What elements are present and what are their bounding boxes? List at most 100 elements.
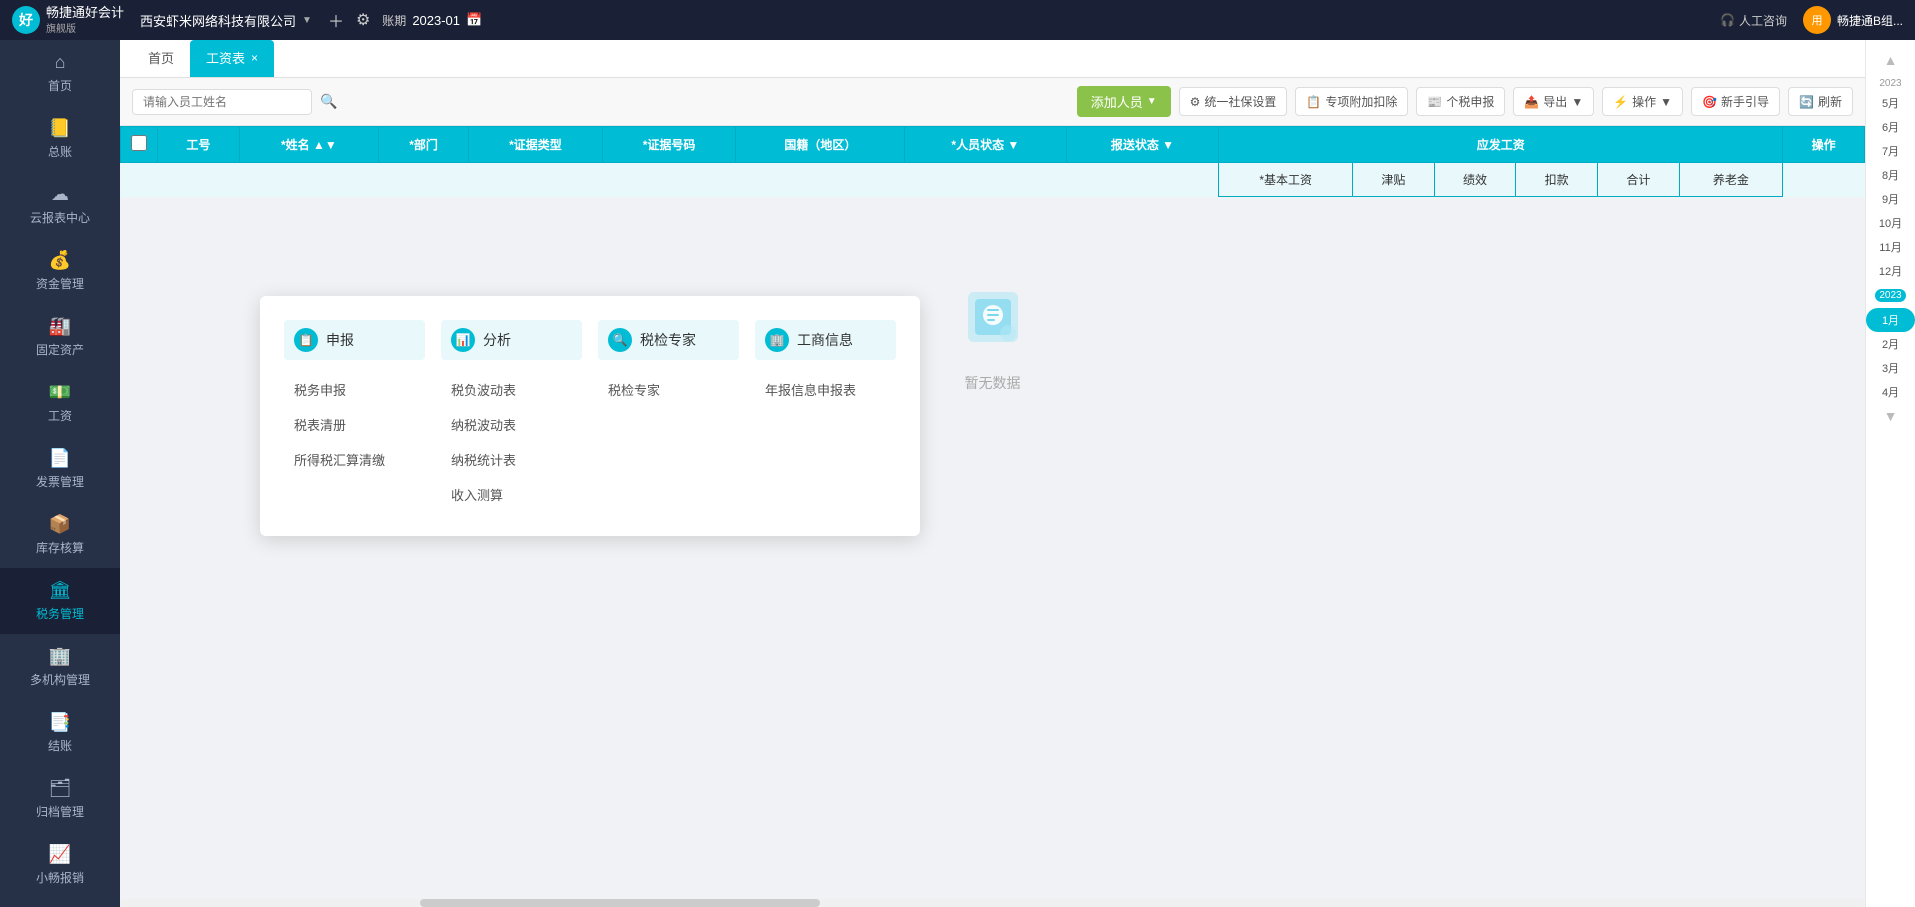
operate-arrow-icon: ▼	[1660, 95, 1672, 109]
headset-icon: 🎧	[1720, 13, 1735, 27]
col-id: 工号	[158, 127, 240, 163]
report-icon: 📈	[49, 844, 71, 865]
guide-label: 新手引导	[1721, 93, 1769, 110]
sidebar-item-cloud[interactable]: ☁ 云报表中心	[0, 172, 120, 238]
guide-button[interactable]: 🎯 新手引导	[1691, 87, 1780, 116]
sidebar-item-multi[interactable]: 🏢 多机构管理	[0, 634, 120, 700]
timeline-month-12[interactable]: 12月	[1866, 259, 1915, 283]
scrollbar-thumb[interactable]	[420, 899, 820, 907]
timeline-month-2[interactable]: 2月	[1866, 332, 1915, 356]
company-dropdown-icon: ▼	[302, 15, 312, 26]
analysis-title: 分析	[483, 330, 511, 350]
timeline-month-8[interactable]: 8月	[1866, 163, 1915, 187]
menu-item-income-calc[interactable]: 收入测算	[441, 477, 582, 512]
sidebar-item-funds[interactable]: 💰 资金管理	[0, 238, 120, 304]
tab-close-icon[interactable]: ×	[251, 51, 258, 65]
service-button[interactable]: 🎧 人工咨询	[1720, 12, 1787, 29]
timeline-month-4[interactable]: 4月	[1866, 380, 1915, 404]
menu-section-declare: 📋 申报 税务申报 税表清册 所得税汇算清缴	[276, 312, 433, 520]
settings-icon[interactable]: ⚙	[356, 10, 370, 30]
timeline-month-6[interactable]: 6月	[1866, 115, 1915, 139]
timeline-month-3[interactable]: 3月	[1866, 356, 1915, 380]
timeline-month-9[interactable]: 9月	[1866, 187, 1915, 211]
tab-salary[interactable]: 工资表 ×	[190, 40, 274, 77]
sidebar-item-ledger[interactable]: 📒 总账	[0, 106, 120, 172]
sidebar-item-label: 小畅报销	[36, 869, 84, 886]
tab-home[interactable]: 首页	[132, 40, 190, 77]
user-area[interactable]: 用 畅捷通B组...	[1803, 6, 1903, 34]
sidebar-item-assets[interactable]: 🏭 固定资产	[0, 304, 120, 370]
menu-item-expert[interactable]: 税检专家	[598, 372, 739, 407]
sidebar-item-settings[interactable]: ⚙ 基础设置	[0, 898, 120, 907]
sidebar-item-label: 工资	[48, 407, 72, 424]
sidebar-item-tax[interactable]: 🏛 税务管理	[0, 568, 120, 634]
ledger-icon: 📒	[49, 118, 71, 139]
sidebar-item-label: 云报表中心	[30, 209, 90, 226]
sidebar-item-label: 发票管理	[36, 473, 84, 490]
timeline-month-5[interactable]: 5月	[1866, 91, 1915, 115]
col-report: 报送状态 ▼	[1066, 127, 1219, 163]
expert-title: 税检专家	[640, 330, 696, 350]
content-area: 首页 工资表 × 🔍 添加人员 ▼ ⚙ 统一社保设置 📋	[120, 40, 1865, 907]
sidebar-item-inventory[interactable]: 📦 库存核算	[0, 502, 120, 568]
cloud-icon: ☁	[51, 184, 69, 205]
tax-icon: 🏛	[49, 580, 72, 601]
tax-wave-label: 纳税波动表	[451, 418, 516, 433]
sidebar-item-report[interactable]: 📈 小畅报销	[0, 832, 120, 898]
refresh-button[interactable]: 🔄 刷新	[1788, 87, 1853, 116]
sidebar-item-settlement[interactable]: 📑 结账	[0, 700, 120, 766]
select-all-checkbox[interactable]	[131, 135, 147, 151]
top-bar: 好 畅捷通好会计 旗舰版 西安虾米网络科技有限公司 ▼ ＋ ⚙ 账期 2023-…	[0, 0, 1915, 40]
col-id-num: *证据号码	[602, 127, 736, 163]
timeline-month-7[interactable]: 7月	[1866, 139, 1915, 163]
search-input[interactable]	[132, 89, 312, 115]
menu-item-tax-form[interactable]: 税表清册	[284, 407, 425, 442]
sidebar-item-invoice[interactable]: 📄 发票管理	[0, 436, 120, 502]
export-arrow-icon: ▼	[1571, 95, 1583, 109]
select-all-header[interactable]	[121, 127, 158, 163]
sidebar-item-salary[interactable]: 💵 工资	[0, 370, 120, 436]
table-container: 工号 *姓名 ▲▼ *部门 *证据类型 *证据号码 国籍（地区） *人员状态 ▼…	[120, 126, 1865, 899]
sidebar-item-label: 结账	[48, 737, 72, 754]
horizontal-scrollbar[interactable]	[120, 899, 1865, 907]
timeline-down-nav[interactable]: ▼	[1880, 404, 1902, 428]
add-icon[interactable]: ＋	[328, 8, 344, 32]
add-person-button[interactable]: 添加人员 ▼	[1077, 86, 1171, 117]
special-deduction-button[interactable]: 📋 专项附加扣除	[1295, 87, 1408, 116]
sidebar-item-home[interactable]: ⌂ 首页	[0, 40, 120, 106]
menu-item-annual-report[interactable]: 年报信息申报表	[755, 372, 896, 407]
menu-item-tax-stats[interactable]: 纳税统计表	[441, 442, 582, 477]
company-selector[interactable]: 西安虾米网络科技有限公司 ▼	[140, 11, 312, 30]
special-icon: 📋	[1306, 95, 1321, 109]
sidebar-item-archive[interactable]: 🗂 归档管理	[0, 766, 120, 832]
assets-icon: 🏭	[49, 316, 71, 337]
special-label: 专项附加扣除	[1325, 93, 1397, 110]
timeline-panel: ▲ 2023 5月 6月 7月 8月 9月 10月 11月 12月 2023 1…	[1865, 40, 1915, 907]
sub-col-pension: 养老金	[1679, 163, 1782, 197]
operate-button[interactable]: ⚡ 操作 ▼	[1602, 87, 1683, 116]
timeline-up-nav[interactable]: ▲	[1880, 48, 1902, 72]
menu-item-tax-wave[interactable]: 纳税波动表	[441, 407, 582, 442]
menu-item-tax-declare[interactable]: 税务申报	[284, 372, 425, 407]
add-person-label: 添加人员	[1091, 92, 1143, 111]
user-name: 畅捷通B组...	[1837, 12, 1903, 29]
prev-year-label: 2023	[1879, 78, 1901, 89]
tax-declaration-button[interactable]: 📰 个税申报	[1416, 87, 1505, 116]
timeline-month-1[interactable]: 1月	[1866, 308, 1915, 332]
social-insurance-button[interactable]: ⚙ 统一社保设置	[1179, 87, 1288, 116]
col-wage-group: 应发工资	[1219, 127, 1783, 163]
operate-label: 操作	[1632, 93, 1656, 110]
empty-icon	[953, 277, 1033, 357]
calendar-icon[interactable]: 📅	[466, 12, 482, 28]
sidebar: ⌂ 首页 📒 总账 ☁ 云报表中心 💰 资金管理 🏭 固定资产 💵 工资 📄 发…	[0, 40, 120, 907]
export-button[interactable]: 📤 导出 ▼	[1513, 87, 1594, 116]
tab-salary-label: 工资表	[206, 48, 245, 67]
menu-item-income-tax[interactable]: 所得税汇算清缴	[284, 442, 425, 477]
timeline-month-10[interactable]: 10月	[1866, 211, 1915, 235]
toolbar: 🔍 添加人员 ▼ ⚙ 统一社保设置 📋 专项附加扣除 📰 个税申报	[120, 78, 1865, 126]
menu-item-tax-burden[interactable]: 税负波动表	[441, 372, 582, 407]
declare-icon: 📋	[294, 328, 318, 352]
salary-icon: 💵	[49, 382, 71, 403]
search-icon[interactable]: 🔍	[320, 93, 337, 110]
timeline-month-11[interactable]: 11月	[1866, 235, 1915, 259]
